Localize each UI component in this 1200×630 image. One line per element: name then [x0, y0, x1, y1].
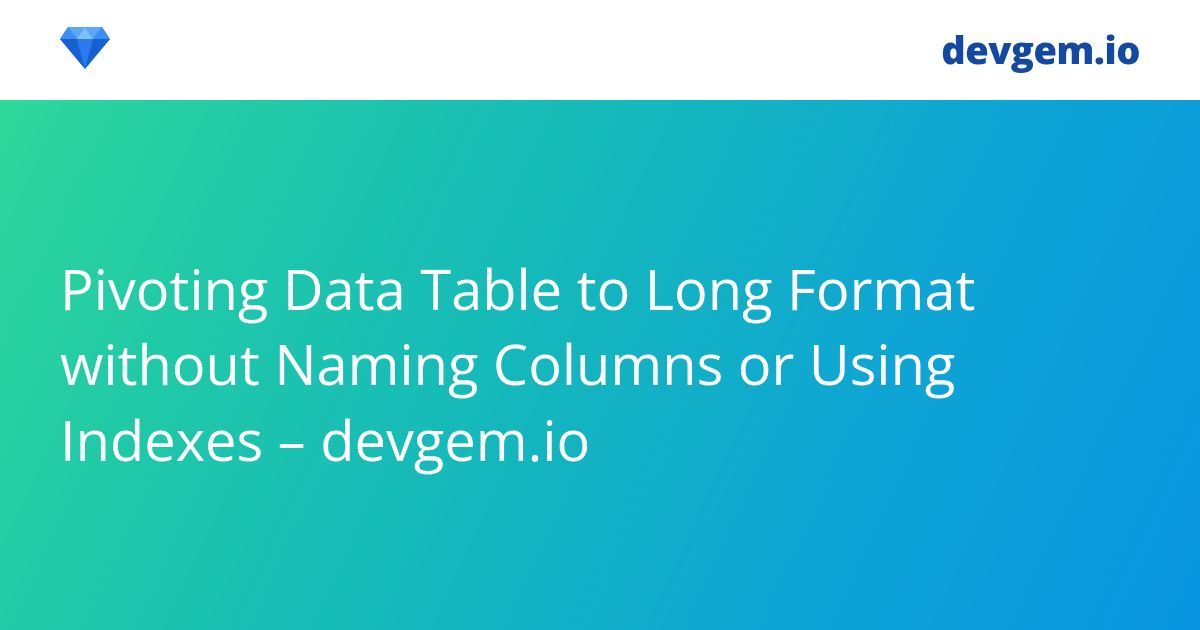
page-title: Pivoting Data Table to Long Format witho…: [60, 252, 1060, 479]
gem-icon: [60, 27, 110, 74]
logo: [60, 27, 110, 74]
hero: Pivoting Data Table to Long Format witho…: [0, 100, 1200, 630]
header: devgem.io: [0, 0, 1200, 100]
brand-name: devgem.io: [941, 24, 1140, 76]
